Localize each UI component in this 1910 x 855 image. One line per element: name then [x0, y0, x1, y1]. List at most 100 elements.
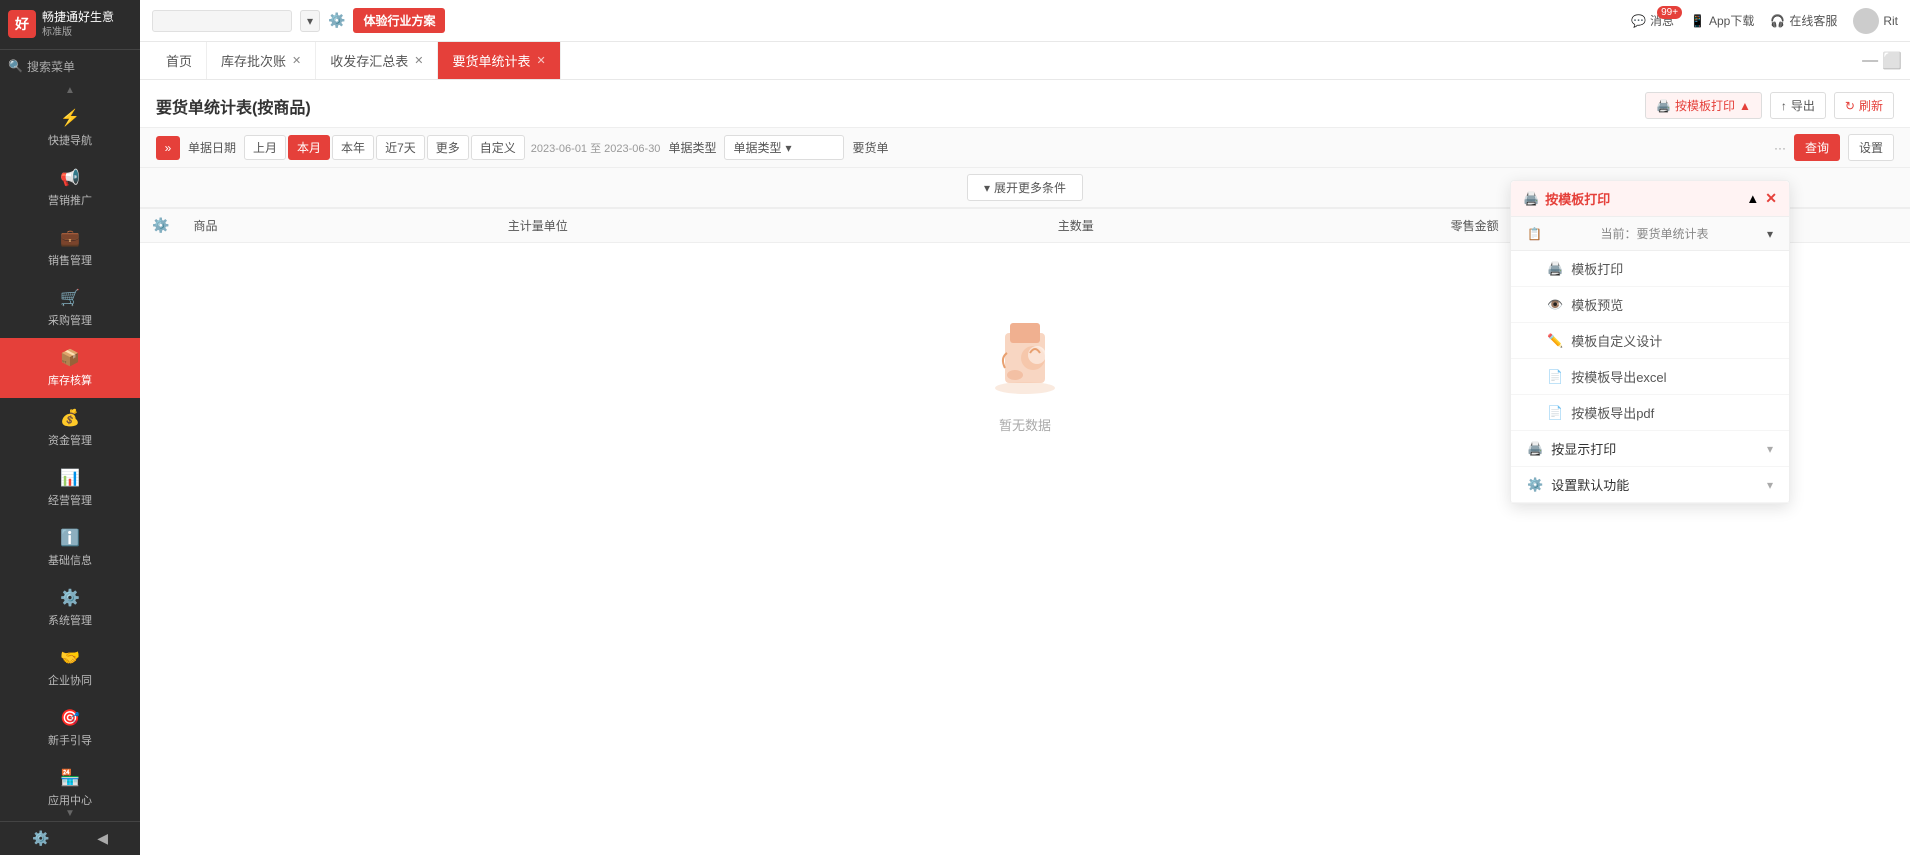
user-avatar[interactable]: Rit: [1853, 8, 1898, 34]
dropdown-item-template-print[interactable]: 🖨️ 模板打印: [1511, 251, 1789, 287]
sidebar-item-finance[interactable]: 💰 资金管理: [0, 398, 140, 458]
template-print-btn[interactable]: 🖨️ 按模板打印 ▲: [1645, 92, 1762, 119]
dropdown-item-display-print[interactable]: 🖨️ 按显示打印 ▾: [1511, 431, 1789, 467]
sidebar-scroll-up[interactable]: ▲: [0, 83, 140, 98]
tab-home[interactable]: 首页: [152, 42, 207, 79]
expand-more-conditions-btn[interactable]: ▾ 展开更多条件: [967, 174, 1083, 201]
tabbar: 首页 库存批次账 ✕ 收发存汇总表 ✕ 要货单统计表 ✕ — ⬜: [140, 42, 1910, 80]
sidebar-scroll-down[interactable]: ▼: [0, 806, 140, 821]
sidebar: 好 畅捷通好生意 标准版 🔍 搜索菜单 ▲ ⚡ 快捷导航 📢 营销推广 💼 销售…: [0, 0, 140, 855]
tab-maximize-icon[interactable]: ⬜: [1882, 51, 1902, 71]
export-pdf-icon: 📄: [1547, 405, 1563, 421]
dropdown-chevron-up-icon[interactable]: ▲: [1746, 191, 1759, 206]
message-btn[interactable]: 💬 消息 99+: [1631, 12, 1674, 29]
col-product: 商品: [181, 209, 495, 243]
sidebar-item-guide[interactable]: 🎯 新手引导: [0, 698, 140, 758]
logo-icon: 好: [8, 10, 36, 38]
sidebar-item-marketing[interactable]: 📢 营销推广: [0, 158, 140, 218]
system-icon: ⚙️: [60, 588, 80, 608]
tab-close-receipt-summary[interactable]: ✕: [414, 54, 423, 67]
topbar: ▾ ⚙️ 体验行业方案 💬 消息 99+ 📱 App下载 🎧 在线客服 Rit: [140, 0, 1910, 42]
tab-receipt-summary[interactable]: 收发存汇总表 ✕: [316, 42, 438, 79]
headset-icon: 🎧: [1770, 14, 1785, 28]
filter-order-type-label: 单据类型: [668, 139, 716, 156]
online-service-btn[interactable]: 🎧 在线客服: [1770, 12, 1837, 29]
template-print-icon: 🖨️: [1547, 261, 1563, 277]
logo-text: 畅捷通好生意 标准版: [42, 10, 114, 39]
sidebar-item-apps[interactable]: 🏪 应用中心: [0, 758, 140, 806]
topbar-gear-icon[interactable]: ⚙️: [328, 12, 345, 29]
refresh-btn[interactable]: ↻ 刷新: [1834, 92, 1894, 119]
tab-controls: — ⬜: [1862, 51, 1910, 71]
dropdown-current-item[interactable]: 📋 当前：要货单统计表 ▾: [1511, 217, 1789, 251]
filter-this-month-btn[interactable]: 本月: [288, 135, 330, 160]
dropdown-item-template-preview[interactable]: 👁️ 模板预览: [1511, 287, 1789, 323]
display-print-icon: 🖨️: [1527, 441, 1543, 457]
sidebar-search[interactable]: 🔍 搜索菜单: [0, 50, 140, 83]
dropdown-current-arrow: ▾: [1767, 227, 1773, 241]
filter-date-label: 单据日期: [188, 139, 236, 156]
template-print-dropdown: 🖨️ 按模板打印 ▲ ✕ 📋 当前：要货单统计表 ▾ 🖨️ 模板打印 👁️ 模板…: [1510, 180, 1790, 504]
dropdown-item-export-excel[interactable]: 📄 按模板导出excel: [1511, 359, 1789, 395]
template-preview-icon: 👁️: [1547, 297, 1563, 313]
filter-expand-btn[interactable]: »: [156, 136, 180, 160]
sidebar-logo: 好 畅捷通好生意 标准版: [0, 0, 140, 50]
filter-custom-btn[interactable]: 自定义: [471, 135, 525, 160]
display-print-arrow: ▾: [1767, 442, 1773, 456]
sidebar-item-operations[interactable]: 📊 经营管理: [0, 458, 140, 518]
sidebar-item-inventory[interactable]: 📦 库存核算: [0, 338, 140, 398]
sidebar-settings-icon[interactable]: ⚙️: [32, 830, 49, 847]
sidebar-item-quick-nav[interactable]: ⚡ 快捷导航: [0, 98, 140, 158]
filter-more-btn[interactable]: 更多: [427, 135, 469, 160]
empty-illustration: [975, 303, 1075, 403]
basic-icon: ℹ️: [60, 528, 80, 548]
sidebar-collapse-icon[interactable]: ◀: [97, 830, 108, 847]
avatar-image: [1853, 8, 1879, 34]
query-btn[interactable]: 查询: [1794, 134, 1840, 161]
search-icon: 🔍: [8, 59, 23, 73]
purchase-icon: 🛒: [60, 288, 80, 308]
sidebar-nav: ⚡ 快捷导航 📢 营销推广 💼 销售管理 🛒 采购管理 📦 库存核算 💰 资金管…: [0, 98, 140, 806]
sidebar-item-purchase[interactable]: 🛒 采购管理: [0, 278, 140, 338]
sidebar-item-sales[interactable]: 💼 销售管理: [0, 218, 140, 278]
sidebar-item-collab[interactable]: 🤝 企业协同: [0, 638, 140, 698]
dropdown-close-icon[interactable]: ✕: [1765, 190, 1777, 207]
filter-date-group: 上月 本月 本年 近7天 更多 自定义 2023-06-01 至 2023-06…: [244, 135, 660, 160]
filter-this-year-btn[interactable]: 本年: [332, 135, 374, 160]
page-title: 要货单统计表(按商品): [156, 94, 311, 118]
filter-order-category-label: 要货单: [852, 139, 888, 156]
dropdown-header: 🖨️ 按模板打印 ▲ ✕: [1511, 181, 1789, 217]
filter-last-month-btn[interactable]: 上月: [244, 135, 286, 160]
page-content: 要货单统计表(按商品) 🖨️ 按模板打印 ▲ ↑ 导出 ↻ 刷新 »: [140, 80, 1910, 855]
inventory-icon: 📦: [60, 348, 80, 368]
empty-text: 暂无数据: [999, 415, 1051, 434]
apps-icon: 🏪: [60, 768, 80, 788]
export-excel-icon: 📄: [1547, 369, 1563, 385]
export-btn[interactable]: ↑ 导出: [1770, 92, 1826, 119]
sidebar-item-system[interactable]: ⚙️ 系统管理: [0, 578, 140, 638]
filter-7days-btn[interactable]: 近7天: [376, 135, 425, 160]
dropdown-item-template-design[interactable]: ✏️ 模板自定义设计: [1511, 323, 1789, 359]
tab-order-stats[interactable]: 要货单统计表 ✕: [438, 42, 560, 79]
expand-icon: ▾: [984, 181, 990, 195]
table-settings-icon[interactable]: ⚙️: [152, 217, 169, 233]
main-area: ▾ ⚙️ 体验行业方案 💬 消息 99+ 📱 App下载 🎧 在线客服 Rit: [140, 0, 1910, 855]
tab-inventory-batch[interactable]: 库存批次账 ✕: [207, 42, 316, 79]
dropdown-header-right: ▲ ✕: [1746, 190, 1777, 207]
settings-btn[interactable]: 设置: [1848, 134, 1894, 161]
industry-btn[interactable]: 体验行业方案: [353, 8, 445, 33]
app-download-btn[interactable]: 📱 App下载: [1690, 12, 1754, 29]
tab-close-order-stats[interactable]: ✕: [537, 54, 546, 67]
dropdown-arrow-btn[interactable]: ▾: [300, 10, 320, 32]
filter-order-type-select[interactable]: 单据类型 ▾: [724, 135, 844, 160]
marketing-icon: 📢: [60, 168, 80, 188]
dropdown-item-set-default[interactable]: ⚙️ 设置默认功能 ▾: [1511, 467, 1789, 503]
sidebar-item-basic[interactable]: ℹ️ 基础信息: [0, 518, 140, 578]
col-unit: 主计量单位: [496, 209, 1046, 243]
printer-icon: 🖨️: [1656, 99, 1671, 113]
dropdown-item-export-pdf[interactable]: 📄 按模板导出pdf: [1511, 395, 1789, 431]
topbar-search-input[interactable]: [152, 10, 292, 32]
set-default-icon: ⚙️: [1527, 477, 1543, 493]
tab-minimize-icon[interactable]: —: [1862, 52, 1878, 70]
tab-close-inventory-batch[interactable]: ✕: [292, 54, 301, 67]
